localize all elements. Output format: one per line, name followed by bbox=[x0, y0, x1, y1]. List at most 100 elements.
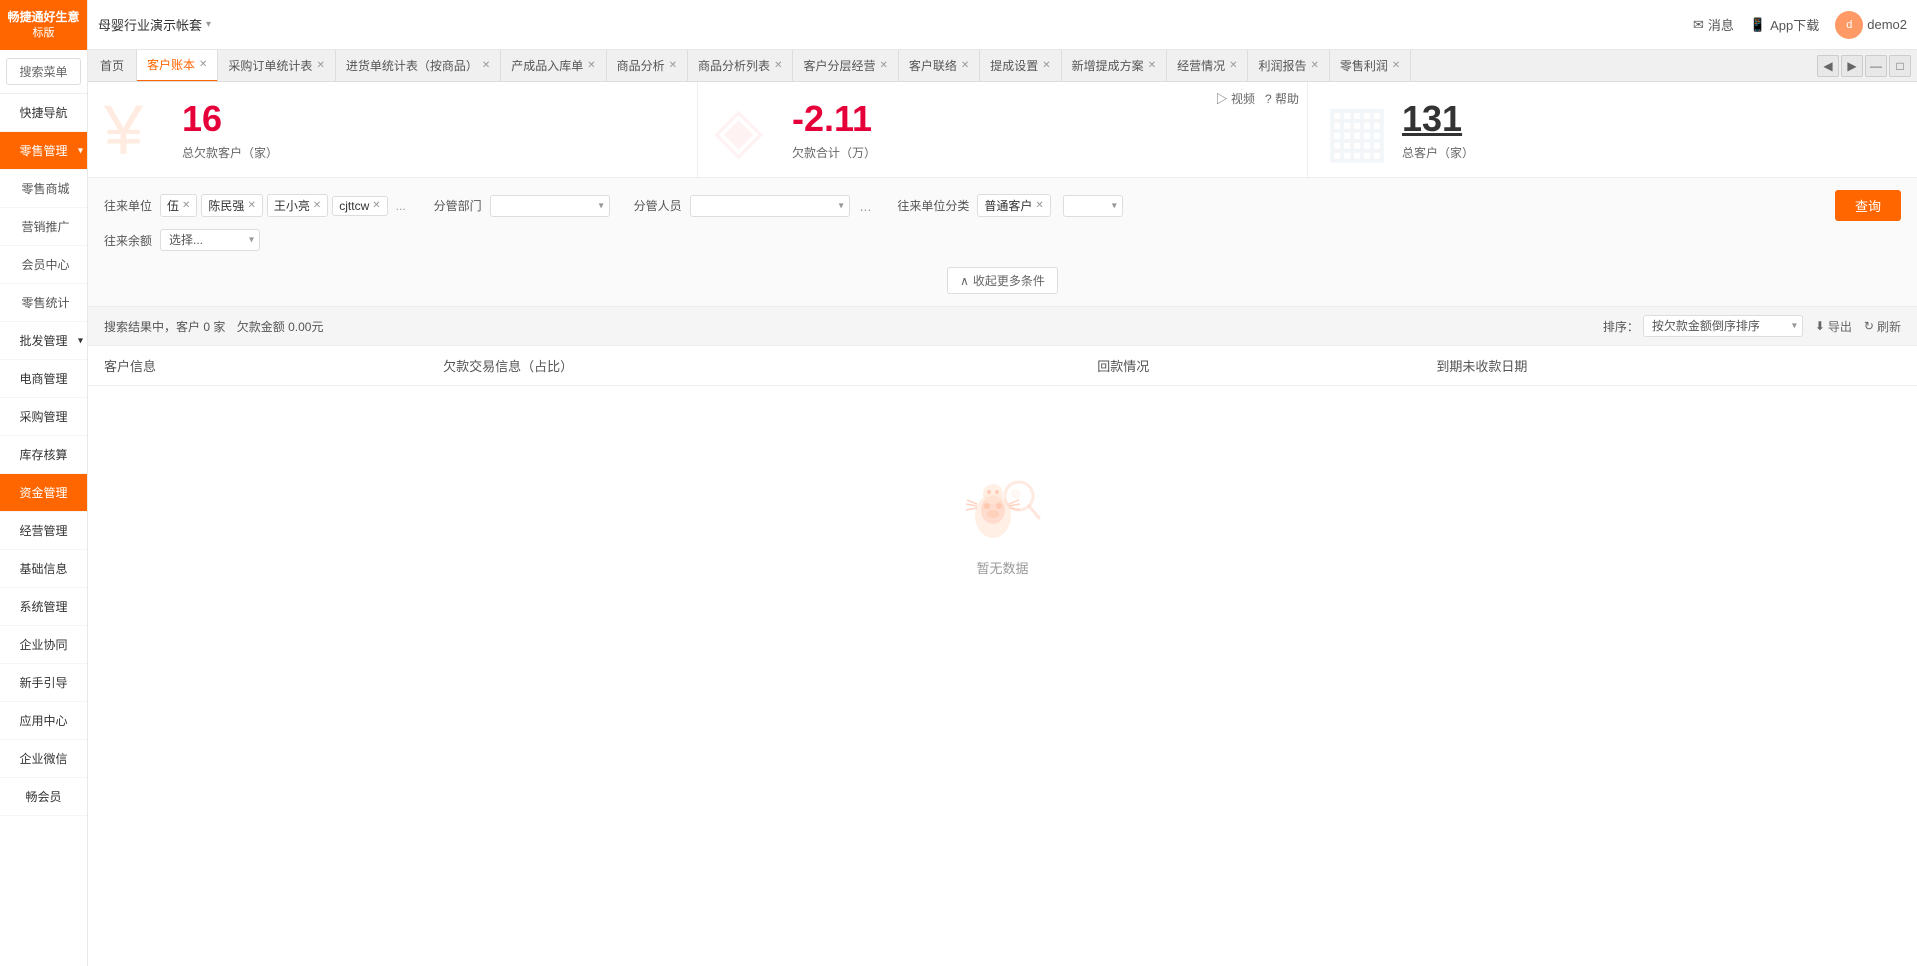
account-name: 母婴行业演示帐套 bbox=[98, 15, 202, 34]
tab-close-customer-contact[interactable]: ✕ bbox=[961, 60, 969, 71]
sidebar-item-member-center[interactable]: 会员中心 bbox=[0, 246, 87, 284]
sidebar-item-sys-mgmt[interactable]: 系统管理 bbox=[0, 588, 87, 626]
unit-type-dropdown[interactable] bbox=[1063, 195, 1123, 217]
video-link[interactable]: ▷ 视频 bbox=[1216, 90, 1255, 107]
query-button[interactable]: 查询 bbox=[1835, 190, 1901, 221]
sidebar-item-enterprise-wechat[interactable]: 企业微信 bbox=[0, 740, 87, 778]
sidebar-search-area: 搜索菜单 bbox=[0, 50, 87, 94]
content-area: ¥ 16 总欠款客户（家） ◈ -2.11 欠款合计（万） ▷ 视频 ? 帮助 bbox=[88, 82, 1917, 966]
remainder-filter-select[interactable]: 选择... bbox=[160, 229, 260, 251]
tab-close-customer-segment[interactable]: ✕ bbox=[879, 60, 887, 71]
total-customers-value: 131 bbox=[1402, 98, 1893, 140]
export-button[interactable]: ⬇ 导出 bbox=[1815, 318, 1852, 335]
refresh-button[interactable]: ↻ 刷新 bbox=[1864, 318, 1901, 335]
tab-close-purchase-order-stats[interactable]: ✕ bbox=[316, 60, 324, 71]
unit-tag-wu-close[interactable]: ✕ bbox=[182, 200, 190, 211]
tab-close-profit-report[interactable]: ✕ bbox=[1311, 60, 1319, 71]
unit-tag-cjttcw-close[interactable]: ✕ bbox=[372, 200, 380, 211]
person-filter-more[interactable]: ... bbox=[858, 198, 874, 214]
tab-close-new-tip-plan[interactable]: ✕ bbox=[1148, 60, 1156, 71]
unit-type-dropdown-wrap bbox=[1063, 195, 1123, 217]
sort-option-select[interactable]: 按欠款金额倒序排序 按欠款金额正序排序 bbox=[1643, 315, 1803, 337]
empty-icon bbox=[963, 466, 1043, 546]
sidebar-item-purchase-mgmt[interactable]: 采购管理 bbox=[0, 398, 87, 436]
tab-label: 利润报告 bbox=[1258, 57, 1306, 74]
search-menu-button[interactable]: 搜索菜单 bbox=[6, 58, 81, 85]
account-selector[interactable]: 母婴行业演示帐套 ▾ bbox=[98, 15, 211, 34]
tab-next-button[interactable]: ▶ bbox=[1841, 55, 1863, 77]
help-link[interactable]: ? 帮助 bbox=[1265, 90, 1299, 107]
tab-production-inbound[interactable]: 产成品入库单 ✕ bbox=[501, 50, 606, 82]
tab-customer-balance[interactable]: 客户账本 ✕ bbox=[137, 50, 218, 82]
tab-label: 产成品入库单 bbox=[511, 57, 583, 74]
sidebar-item-basic-info[interactable]: 基础信息 bbox=[0, 550, 87, 588]
unit-tag-chen-close[interactable]: ✕ bbox=[247, 200, 255, 211]
tab-retail-profit[interactable]: 零售利润 ✕ bbox=[1330, 50, 1411, 82]
sidebar-item-retail-mgmt[interactable]: 零售管理 bbox=[0, 132, 87, 170]
sidebar-item-finance-mgmt[interactable]: 资金管理 bbox=[0, 474, 87, 512]
tab-purchase-order-stats[interactable]: 采购订单统计表 ✕ bbox=[218, 50, 335, 82]
window-maximize-button[interactable]: □ bbox=[1889, 55, 1911, 77]
sidebar-item-wholesale-mgmt[interactable]: 批发管理 bbox=[0, 322, 87, 360]
sidebar-item-enterprise-coop[interactable]: 企业协同 bbox=[0, 626, 87, 664]
tab-home[interactable]: 首页 bbox=[88, 50, 137, 82]
unit-type-tag-close[interactable]: ✕ bbox=[1035, 200, 1043, 211]
tab-customer-contact[interactable]: 客户联络 ✕ bbox=[899, 50, 980, 82]
tab-prev-button[interactable]: ◀ bbox=[1817, 55, 1839, 77]
sidebar-item-retail-mall[interactable]: 零售商城 bbox=[0, 170, 87, 208]
sidebar-item-ecom-mgmt[interactable]: 电商管理 bbox=[0, 360, 87, 398]
sort-option-wrap: 按欠款金额倒序排序 按欠款金额正序排序 bbox=[1643, 315, 1803, 337]
tab-label: 经营情况 bbox=[1177, 57, 1225, 74]
sidebar-item-new-guide[interactable]: 新手引导 bbox=[0, 664, 87, 702]
col-overdue-date: 到期未收款日期 bbox=[1420, 346, 1917, 386]
filter-row-2: 往来余额 选择... bbox=[104, 229, 1901, 251]
tab-close-product-analysis[interactable]: ✕ bbox=[669, 60, 677, 71]
tab-close-product-analysis-list[interactable]: ✕ bbox=[774, 60, 782, 71]
user-menu[interactable]: d demo2 bbox=[1835, 11, 1907, 39]
unit-tag-wang-close[interactable]: ✕ bbox=[313, 200, 321, 211]
tab-close-production-inbound[interactable]: ✕ bbox=[587, 60, 595, 71]
app-download-button[interactable]: 📱 App下载 bbox=[1750, 15, 1819, 34]
sidebar-item-marketing[interactable]: 营销推广 bbox=[0, 208, 87, 246]
dept-filter-label: 分管部门 bbox=[434, 197, 482, 214]
sidebar-item-biz-mgmt[interactable]: 经营管理 bbox=[0, 512, 87, 550]
dept-filter-select[interactable] bbox=[490, 195, 610, 217]
unit-tags-more[interactable]: ... bbox=[392, 197, 410, 215]
tab-close-tip-settings[interactable]: ✕ bbox=[1042, 60, 1050, 71]
main-area: 母婴行业演示帐套 ▾ ✉ 消息 📱 App下载 d demo2 首页 客户账本 … bbox=[88, 0, 1917, 966]
tab-close-inbound-stats[interactable]: ✕ bbox=[482, 60, 490, 71]
tab-tip-settings[interactable]: 提成设置 ✕ bbox=[980, 50, 1061, 82]
credit-amount-label: 欠款合计（万） bbox=[792, 144, 1283, 161]
sidebar-item-inventory[interactable]: 库存核算 bbox=[0, 436, 87, 474]
topbar-right: ✉ 消息 📱 App下载 d demo2 bbox=[1693, 11, 1907, 39]
tab-close-biz-situation[interactable]: ✕ bbox=[1229, 60, 1237, 71]
tab-close-customer-balance[interactable]: ✕ bbox=[199, 59, 207, 70]
message-icon: ✉ bbox=[1693, 17, 1704, 33]
unit-type-tag-text: 普通客户 bbox=[984, 197, 1032, 214]
tab-biz-situation[interactable]: 经营情况 ✕ bbox=[1167, 50, 1248, 82]
unit-tag-wu-text: 伍 bbox=[167, 197, 179, 214]
collapse-button[interactable]: ∧ 收起更多条件 bbox=[947, 267, 1058, 294]
stat-credit-amount: ◈ -2.11 欠款合计（万） ▷ 视频 ? 帮助 bbox=[698, 82, 1308, 177]
tab-inbound-stats[interactable]: 进货单统计表（按商品） ✕ bbox=[336, 50, 501, 82]
tab-customer-segment[interactable]: 客户分层经营 ✕ bbox=[793, 50, 898, 82]
sidebar-item-retail-stats[interactable]: 零售统计 bbox=[0, 284, 87, 322]
sidebar-item-pro-member[interactable]: 畅会员 bbox=[0, 778, 87, 816]
sort-select-area: 排序： 按欠款金额倒序排序 按欠款金额正序排序 bbox=[1603, 315, 1803, 337]
unit-tag-cjttcw-text: cjttcw bbox=[339, 199, 369, 213]
tab-product-analysis-list[interactable]: 商品分析列表 ✕ bbox=[688, 50, 793, 82]
tab-new-tip-plan[interactable]: 新增提成方案 ✕ bbox=[1062, 50, 1167, 82]
result-bar: 搜索结果中，客户 0 家 欠款金额 0.00元 排序： 按欠款金额倒序排序 按欠… bbox=[88, 307, 1917, 346]
person-filter-select[interactable] bbox=[690, 195, 850, 217]
unit-tag-wu: 伍 ✕ bbox=[160, 194, 197, 217]
sidebar-item-app-center[interactable]: 应用中心 bbox=[0, 702, 87, 740]
tab-close-retail-profit[interactable]: ✕ bbox=[1392, 60, 1400, 71]
result-customer-unit: 家 bbox=[213, 320, 225, 334]
message-button[interactable]: ✉ 消息 bbox=[1693, 15, 1734, 34]
window-minimize-button[interactable]: — bbox=[1865, 55, 1887, 77]
tab-profit-report[interactable]: 利润报告 ✕ bbox=[1248, 50, 1329, 82]
sidebar-item-quick-nav[interactable]: 快捷导航 bbox=[0, 94, 87, 132]
tab-product-analysis[interactable]: 商品分析 ✕ bbox=[607, 50, 688, 82]
refresh-icon: ↻ bbox=[1864, 319, 1874, 333]
remainder-filter-wrap: 选择... bbox=[160, 229, 260, 251]
